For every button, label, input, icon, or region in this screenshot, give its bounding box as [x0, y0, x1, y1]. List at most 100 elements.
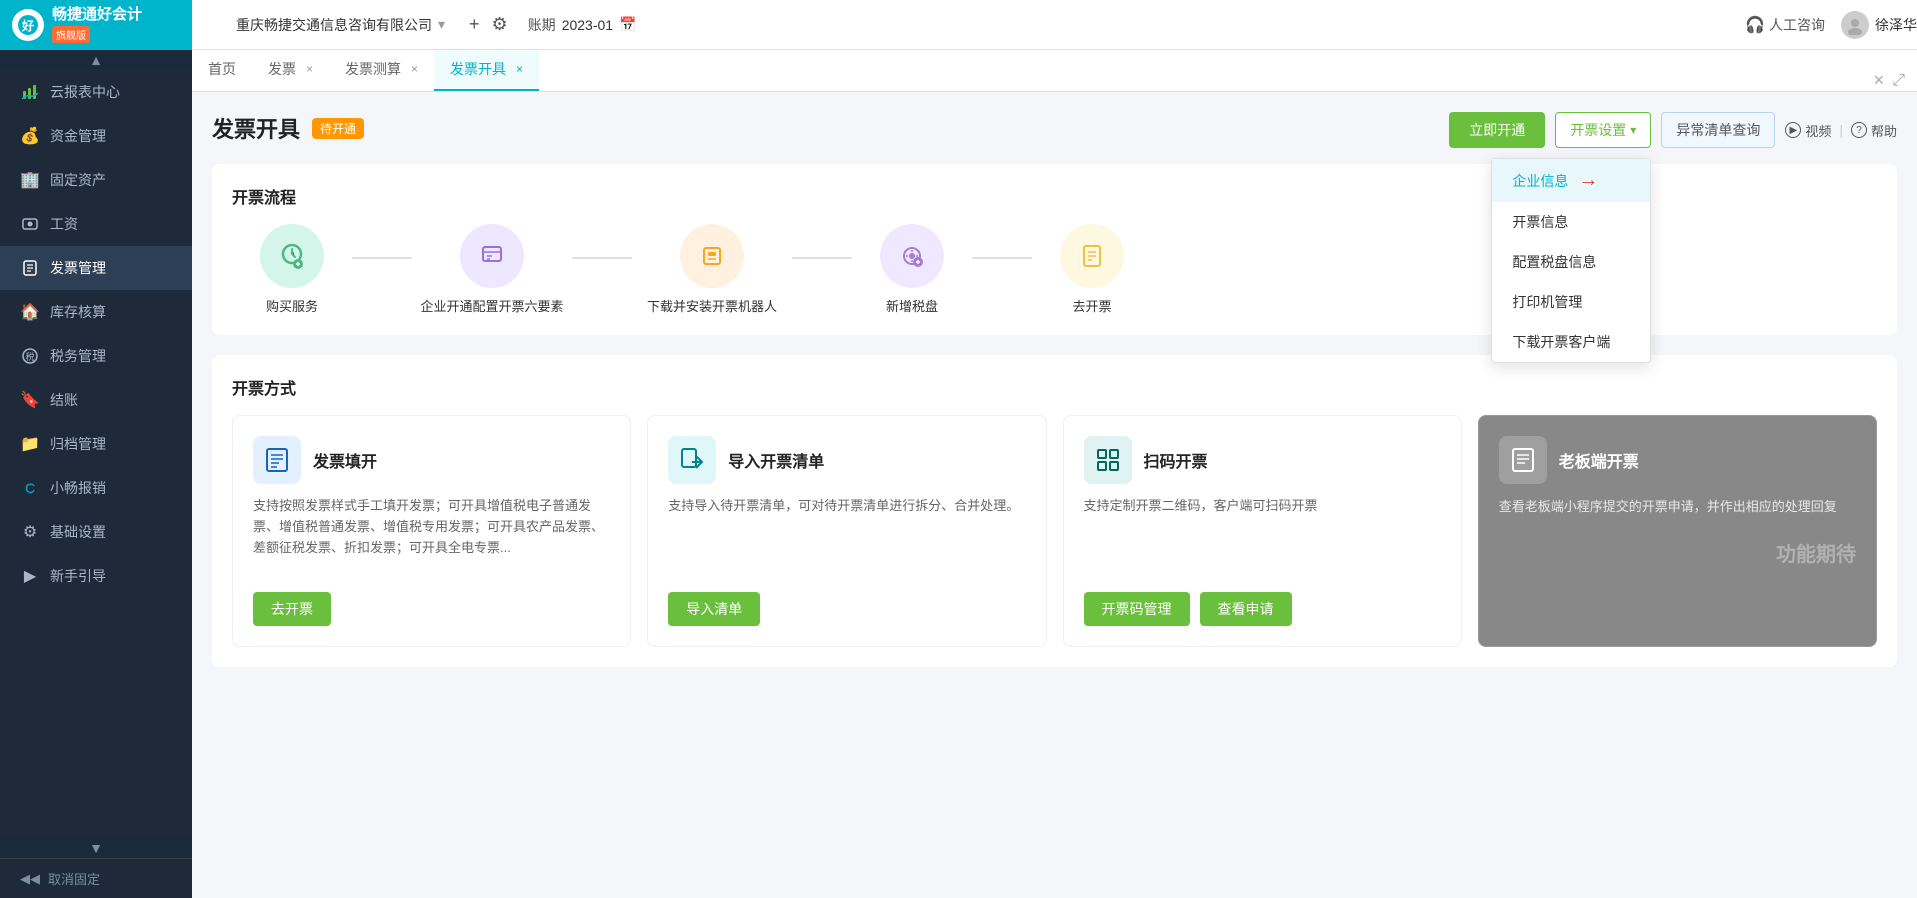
- settings-chevron-icon: ▾: [1630, 123, 1636, 137]
- action-row: 立即开通 开票设置 ▾ 企业信息 →: [1449, 112, 1897, 148]
- tax-icon: 税: [20, 346, 40, 366]
- dropdown-printer-label: 打印机管理: [1512, 294, 1582, 310]
- settings-icon[interactable]: ⚙: [492, 14, 508, 35]
- tab-invoice-label: 发票: [268, 59, 296, 79]
- svg-text:税: 税: [25, 351, 34, 362]
- sidebar-item-inventory[interactable]: 🏠 库存核算: [0, 290, 192, 334]
- sidebar-item-label: 归档管理: [50, 434, 106, 454]
- method-manual-fill-header: 发票填开: [253, 436, 610, 484]
- boss-title: 老板端开票: [1559, 448, 1639, 472]
- qrcode-manage-button[interactable]: 开票码管理: [1084, 592, 1190, 626]
- sidebar-item-fixed-asset[interactable]: 🏢 固定资产: [0, 158, 192, 202]
- sidebar-item-invoice[interactable]: 发票管理: [0, 246, 192, 290]
- period-selector[interactable]: 账期 2023-01 📅: [528, 15, 637, 35]
- activate-button[interactable]: 立即开通: [1449, 112, 1545, 148]
- flow-step-config-label: 企业开通配置开票六要素: [420, 296, 563, 315]
- manual-fill-go-button[interactable]: 去开票: [253, 592, 331, 626]
- dropdown-download-client-label: 下载开票客户端: [1512, 334, 1610, 350]
- flow-step-tax: 新增税盘: [852, 224, 972, 315]
- sidebar-item-label: 固定资产: [50, 170, 106, 190]
- dropdown-item-tax-config[interactable]: 配置税盘信息: [1492, 242, 1650, 282]
- tab-invoice-close[interactable]: ×: [306, 62, 313, 76]
- tab-home-label: 首页: [208, 59, 236, 79]
- method-scan: 扫码开票 支持定制开票二维码，客户端可扫码开票 开票码管理 查看申请: [1063, 415, 1462, 647]
- import-icon: [668, 436, 716, 484]
- cloud-report-icon: [20, 82, 40, 102]
- settings-dropdown-container: 开票设置 ▾ 企业信息 → 开票信息: [1555, 112, 1651, 148]
- sidebar-item-cloud-report[interactable]: 云报表中心: [0, 70, 192, 114]
- flow-divider-3: [792, 257, 852, 259]
- salary-icon: [20, 214, 40, 234]
- sidebar-item-label: 税务管理: [50, 346, 106, 366]
- boss-pending-text: 功能期待: [1499, 538, 1856, 567]
- dropdown-tax-config-label: 配置税盘信息: [1512, 254, 1596, 270]
- video-button[interactable]: ▶ 视频: [1785, 121, 1831, 140]
- company-selector[interactable]: 重庆畅捷交通信息咨询有限公司 ▾: [224, 11, 457, 39]
- dropdown-item-company-info[interactable]: 企业信息 →: [1492, 159, 1650, 202]
- tab-invoice-issue-close[interactable]: ×: [516, 62, 523, 76]
- tab-home[interactable]: 首页: [192, 50, 252, 91]
- chevron-down-icon[interactable]: ▾: [438, 16, 445, 33]
- invoice-icon: [20, 258, 40, 278]
- import-list-button[interactable]: 导入清单: [668, 592, 760, 626]
- scan-title: 扫码开票: [1144, 448, 1208, 472]
- tab-invoice-calc[interactable]: 发票测算 ×: [329, 50, 434, 91]
- tab-expand-icon[interactable]: ⤢: [1892, 72, 1905, 90]
- dropdown-item-printer[interactable]: 打印机管理: [1492, 282, 1650, 322]
- settings-button[interactable]: 开票设置 ▾: [1555, 112, 1651, 148]
- add-icon[interactable]: +: [469, 14, 480, 35]
- flow-divider-1: [352, 257, 412, 259]
- import-title: 导入开票清单: [728, 448, 824, 472]
- flow-divider-2: [572, 257, 632, 259]
- boss-header: 老板端开票: [1499, 436, 1856, 484]
- method-import-list: 导入开票清单 支持导入待开票清单，可对待开票清单进行拆分、合并处理。 导入清单: [647, 415, 1046, 647]
- flow-step-tax-label: 新增税盘: [886, 296, 938, 315]
- view-apply-button[interactable]: 查看申请: [1200, 592, 1292, 626]
- help-actions: ▶ 视频 | ? 帮助: [1785, 121, 1897, 140]
- sidebar-item-xiaochang[interactable]: C 小畅报销: [0, 466, 192, 510]
- boss-icon: [1499, 436, 1547, 484]
- calendar-icon[interactable]: 📅: [619, 16, 636, 33]
- avatar: [1841, 11, 1869, 39]
- flow-step-download: 下载并安装开票机器人: [632, 224, 792, 315]
- methods-section-title: 开票方式: [232, 375, 1877, 399]
- sidebar-item-tax[interactable]: 税 税务管理: [0, 334, 192, 378]
- sidebar-item-fund[interactable]: 💰 资金管理: [0, 114, 192, 158]
- flow-step-issue: 去开票: [1032, 224, 1152, 315]
- help-label: 帮助: [1871, 121, 1897, 140]
- archive-icon: 📁: [20, 434, 40, 454]
- company-name: 重庆畅捷交通信息咨询有限公司: [236, 15, 432, 35]
- tab-close-all-icon[interactable]: ×: [1874, 70, 1885, 91]
- inventory-icon: 🏠: [20, 302, 40, 322]
- sidebar-cancel-fixed[interactable]: ◀◀ 取消固定: [0, 858, 192, 898]
- dropdown-item-invoice-info[interactable]: 开票信息: [1492, 202, 1650, 242]
- manual-fill-footer: 去开票: [253, 592, 610, 626]
- status-badge: 待开通: [312, 118, 364, 139]
- abnormal-button[interactable]: 异常清单查询: [1661, 112, 1775, 148]
- sidebar-item-salary[interactable]: 工资: [0, 202, 192, 246]
- sidebar-item-label: 云报表中心: [50, 82, 120, 102]
- sidebar-item-basic[interactable]: ⚙ 基础设置: [0, 510, 192, 554]
- sidebar-item-guide[interactable]: ▶ 新手引导: [0, 554, 192, 598]
- logo-icon: 好: [12, 9, 44, 41]
- fund-icon: 💰: [20, 126, 40, 146]
- sidebar: ▲ 云报表中心 💰 资金管理 🏢 固定资产: [0, 50, 192, 898]
- sidebar-item-archive[interactable]: 📁 归档管理: [0, 422, 192, 466]
- sidebar-item-settlement[interactable]: 🔖 结账: [0, 378, 192, 422]
- manual-fill-icon: [253, 436, 301, 484]
- tab-invoice-issue[interactable]: 发票开具 ×: [434, 50, 539, 91]
- settings-button-label: 开票设置: [1570, 120, 1626, 140]
- sidebar-scroll-down[interactable]: ▼: [0, 838, 192, 858]
- sidebar-item-label: 结账: [50, 390, 78, 410]
- consult-button[interactable]: 🎧 人工咨询: [1745, 15, 1825, 35]
- user-menu[interactable]: 徐泽华: [1841, 11, 1917, 39]
- tab-invoice-calc-close[interactable]: ×: [411, 62, 418, 76]
- dropdown-invoice-info-label: 开票信息: [1512, 214, 1568, 230]
- guide-icon: ▶: [20, 566, 40, 586]
- dropdown-item-download-client[interactable]: 下载开票客户端: [1492, 322, 1650, 362]
- basic-icon: ⚙: [20, 522, 40, 542]
- sidebar-item-label: 工资: [50, 214, 78, 234]
- help-button[interactable]: ? 帮助: [1851, 121, 1897, 140]
- sidebar-scroll-up[interactable]: ▲: [0, 50, 192, 70]
- tab-invoice[interactable]: 发票 ×: [252, 50, 329, 91]
